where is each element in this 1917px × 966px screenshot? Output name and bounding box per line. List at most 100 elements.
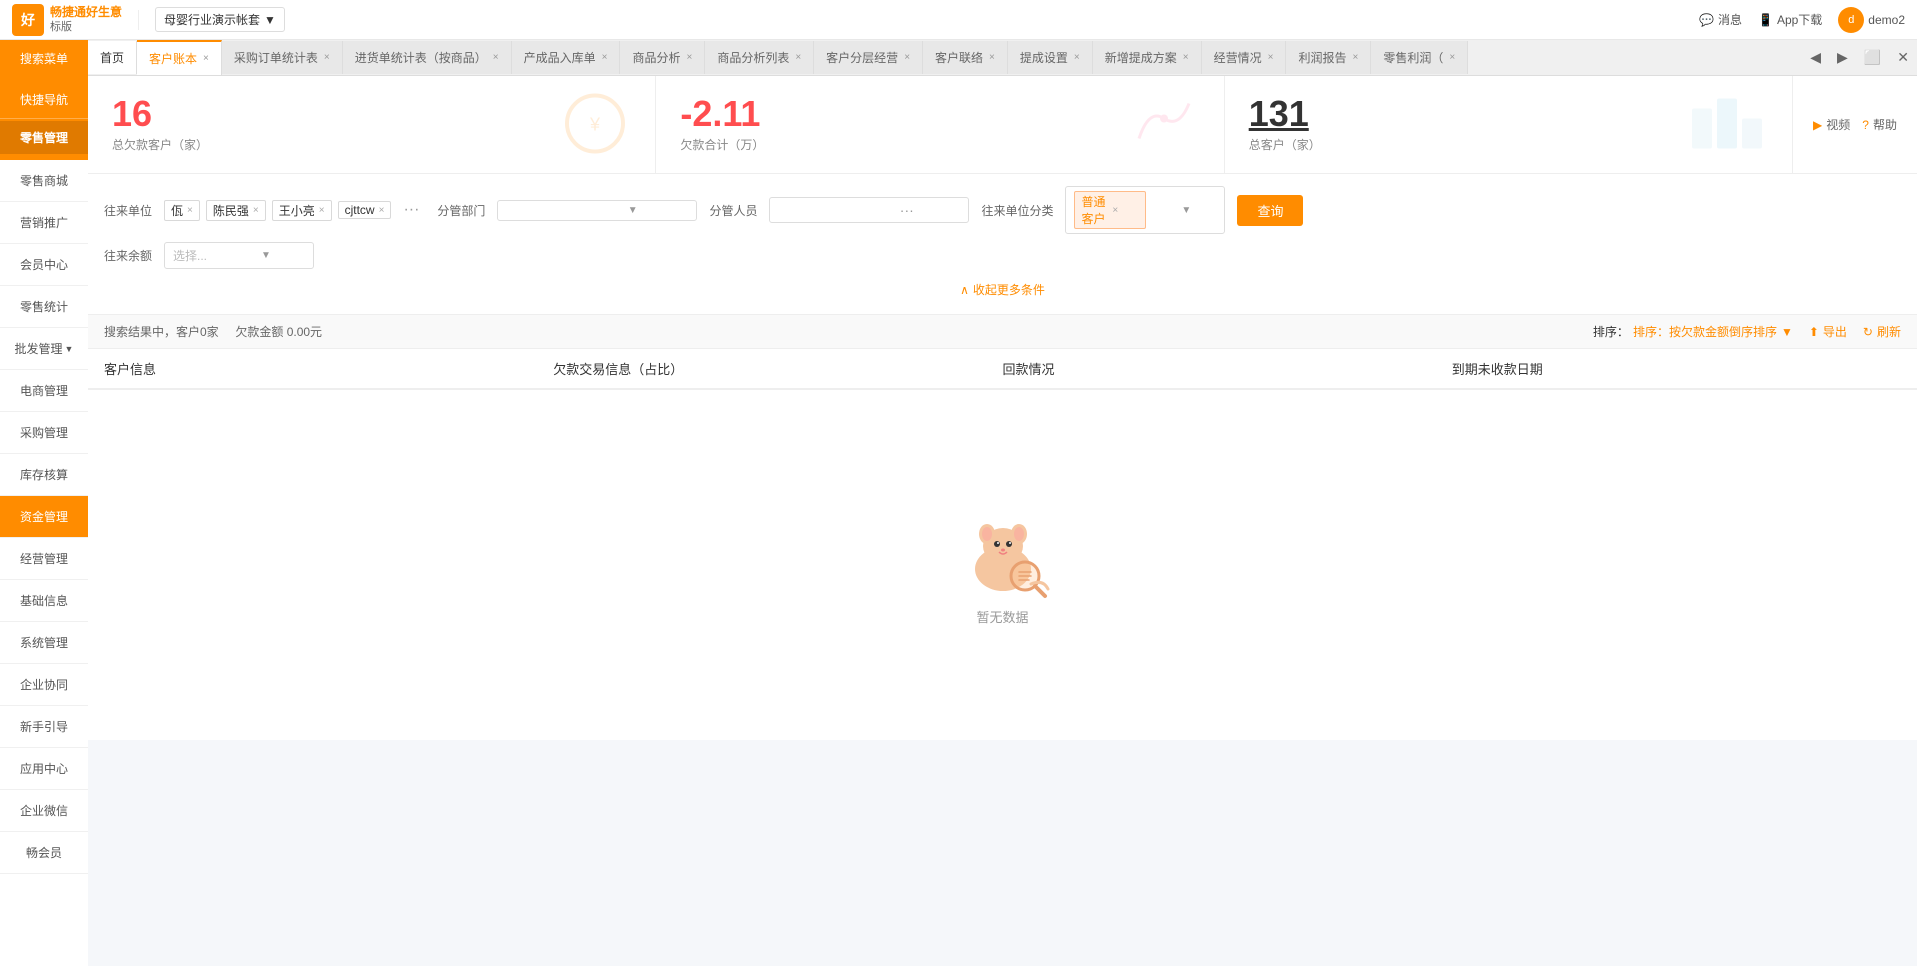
tab-purchase-order-stats[interactable]: 采购订单统计表 × — [222, 41, 343, 74]
balance-filter-label: 往来余额 — [104, 247, 152, 264]
message-icon: 💬 — [1699, 13, 1714, 27]
tab-close-purchase-order-stats[interactable]: × — [324, 52, 330, 63]
sidebar-item-purchase-mgmt[interactable]: 采购管理 — [0, 412, 88, 454]
stat-icon-overdue-customers: ¥ — [555, 88, 635, 161]
stat-label-overdue-total: 欠款合计（万） — [680, 136, 764, 153]
logo-text: 畅捷通好生意 标版 — [50, 5, 122, 35]
person-filter-select[interactable]: ··· — [769, 197, 969, 223]
unit-filter-more[interactable]: ··· — [397, 199, 425, 221]
sidebar-item-new-user-guide[interactable]: 新手引导 — [0, 706, 88, 748]
sidebar-item-app-center[interactable]: 应用中心 — [0, 748, 88, 790]
video-icon: ▶ — [1813, 118, 1822, 132]
sidebar-item-wholesale-mgmt[interactable]: 批发管理 ▼ — [0, 328, 88, 370]
tab-close-new-raise-plan[interactable]: × — [1183, 52, 1189, 63]
sidebar: 搜索菜单 快捷导航 零售管理 零售商城 营销推广 会员中心 零售统计 批发管理 … — [0, 40, 88, 966]
tab-nav-buttons: ◀ ▶ ⬜ ✕ — [1802, 43, 1917, 72]
tab-close-raise-settings[interactable]: × — [1074, 52, 1080, 63]
sidebar-item-enterprise-coop[interactable]: 企业协同 — [0, 664, 88, 706]
sidebar-item-retail-stats[interactable]: 零售统计 — [0, 286, 88, 328]
tab-close-customer-contact[interactable]: × — [989, 52, 995, 63]
sidebar-item-operation-mgmt[interactable]: 经营管理 — [0, 538, 88, 580]
stat-icon-total-customers — [1682, 88, 1772, 161]
sidebar-item-basic-info[interactable]: 基础信息 — [0, 580, 88, 622]
sidebar-item-system-mgmt[interactable]: 系统管理 — [0, 622, 88, 664]
tab-customer-capital[interactable]: 客户账本 × — [137, 40, 222, 75]
tab-product-analysis[interactable]: 商品分析 × — [620, 41, 705, 74]
tab-customer-tier[interactable]: 客户分层经营 × — [814, 41, 923, 74]
sort-selector[interactable]: 排序： 排序：按欠款金额倒序排序 ▼ — [1593, 323, 1793, 340]
messages-button[interactable]: 💬 消息 — [1699, 11, 1742, 28]
unit-category-tag-close[interactable]: × — [1112, 205, 1139, 216]
unit-filter-tags: 佤 × 陈民强 × 王小亮 × cjttcw × — [164, 199, 425, 221]
sidebar-items: 零售商城 营销推广 会员中心 零售统计 批发管理 ▼ 电商管理 采购管理 库存核… — [0, 160, 88, 966]
tab-close-retail-profit[interactable]: × — [1449, 52, 1455, 63]
tab-operation-status[interactable]: 经营情况 × — [1202, 41, 1287, 74]
tab-close-cost-inbound[interactable]: × — [602, 52, 608, 63]
stats-row: 16 总欠款客户（家） ¥ -2.11 欠款合计（万） — [88, 76, 1917, 174]
tab-prev-button[interactable]: ◀ — [1802, 43, 1829, 72]
unit-tag-chenminqiang-close[interactable]: × — [253, 205, 259, 216]
tab-close-customer-tier[interactable]: × — [904, 52, 910, 63]
stat-number-total-customers[interactable]: 131 — [1249, 96, 1321, 132]
sidebar-item-ecommerce-mgmt[interactable]: 电商管理 — [0, 370, 88, 412]
tab-close-product-analysis-list[interactable]: × — [795, 52, 801, 63]
refresh-button[interactable]: ↻ 刷新 — [1863, 323, 1901, 340]
tab-close-product-analysis[interactable]: × — [686, 52, 692, 63]
user-profile[interactable]: d demo2 — [1838, 7, 1905, 33]
results-bar: 搜索结果中，客户0家 欠款金额 0.00元 排序： 排序：按欠款金额倒序排序 ▼… — [88, 315, 1917, 349]
dept-filter-arrow: ▼ — [628, 205, 689, 216]
tab-profit-report[interactable]: 利润报告 × — [1286, 41, 1371, 74]
logo-area: 好 畅捷通好生意 标版 — [12, 4, 122, 36]
sidebar-item-inventory-check[interactable]: 库存核算 — [0, 454, 88, 496]
tab-raise-settings[interactable]: 提成设置 × — [1008, 41, 1093, 74]
help-button[interactable]: ? 帮助 — [1862, 116, 1897, 133]
sidebar-retail-mgmt[interactable]: 零售管理 — [0, 121, 88, 154]
tabbar: 首页 客户账本 × 采购订单统计表 × 进货单统计表（按商品） × 产成品入库单… — [88, 40, 1917, 76]
collapse-icon: ∧ — [960, 283, 969, 297]
tab-new-raise-plan[interactable]: 新增提成方案 × — [1093, 41, 1202, 74]
sidebar-item-capital-mgmt[interactable]: 资金管理 — [0, 496, 88, 538]
collapse-button[interactable]: ∧ 收起更多条件 — [960, 277, 1045, 302]
tab-next-button[interactable]: ▶ — [1829, 43, 1856, 72]
empty-text: 暂无数据 — [943, 607, 1063, 626]
tab-product-analysis-list[interactable]: 商品分析列表 × — [705, 41, 814, 74]
query-button[interactable]: 查询 — [1237, 195, 1303, 226]
sidebar-divider — [0, 118, 88, 119]
tab-inbound-stats[interactable]: 进货单统计表（按商品） × — [343, 41, 512, 74]
person-filter-label: 分管人员 — [709, 202, 757, 219]
tab-retail-profit[interactable]: 零售利润（ × — [1371, 41, 1468, 74]
unit-category-select[interactable]: 普通客户 × ▼ — [1065, 186, 1225, 234]
sidebar-item-enterprise-wechat[interactable]: 企业微信 — [0, 790, 88, 832]
unit-tag-wa-close[interactable]: × — [187, 205, 193, 216]
balance-filter-select[interactable]: 选择... ▼ — [164, 242, 314, 269]
tab-close-profit-report[interactable]: × — [1352, 52, 1358, 63]
tab-cost-inbound[interactable]: 产成品入库单 × — [512, 41, 621, 74]
tab-home[interactable]: 首页 — [88, 41, 137, 74]
tab-close-customer-capital[interactable]: × — [203, 53, 209, 64]
refresh-icon: ↻ — [1863, 325, 1873, 339]
unit-tag-wangxiaoliang-close[interactable]: × — [319, 205, 325, 216]
unit-tag-wa: 佤 × — [164, 200, 200, 221]
tab-close-operation-status[interactable]: × — [1268, 52, 1274, 63]
tab-customer-contact[interactable]: 客户联络 × — [923, 41, 1008, 74]
template-selector[interactable]: 母婴行业演示帐套 ▼ — [155, 7, 285, 32]
sidebar-item-marketing[interactable]: 营销推广 — [0, 202, 88, 244]
tab-maximize-button[interactable]: ⬜ — [1856, 43, 1889, 72]
app-download-button[interactable]: 📱 App下载 — [1758, 11, 1822, 28]
tab-close-inbound-stats[interactable]: × — [493, 52, 499, 63]
sidebar-quick-nav[interactable]: 快捷导航 — [0, 83, 88, 116]
filter-row-2: 往来余额 选择... ▼ — [104, 242, 1901, 269]
unit-tag-cjttcw-close[interactable]: × — [379, 205, 385, 216]
page-content: 16 总欠款客户（家） ¥ -2.11 欠款合计（万） — [88, 76, 1917, 966]
dept-filter-select[interactable]: ▼ — [497, 200, 697, 221]
sidebar-item-member-center[interactable]: 会员中心 — [0, 244, 88, 286]
export-button[interactable]: ⬆ 导出 — [1809, 323, 1847, 340]
tab-close-all-button[interactable]: ✕ — [1889, 43, 1917, 72]
sidebar-search[interactable]: 搜索菜单 — [0, 40, 88, 77]
sidebar-item-retail-mall[interactable]: 零售商城 — [0, 160, 88, 202]
video-button[interactable]: ▶ 视频 — [1813, 116, 1850, 133]
sidebar-item-vip-member[interactable]: 畅会员 — [0, 832, 88, 874]
stat-number-overdue-total: -2.11 — [680, 96, 764, 132]
balance-filter-arrow: ▼ — [261, 250, 305, 261]
unit-category-tag: 普通客户 × — [1074, 191, 1146, 229]
